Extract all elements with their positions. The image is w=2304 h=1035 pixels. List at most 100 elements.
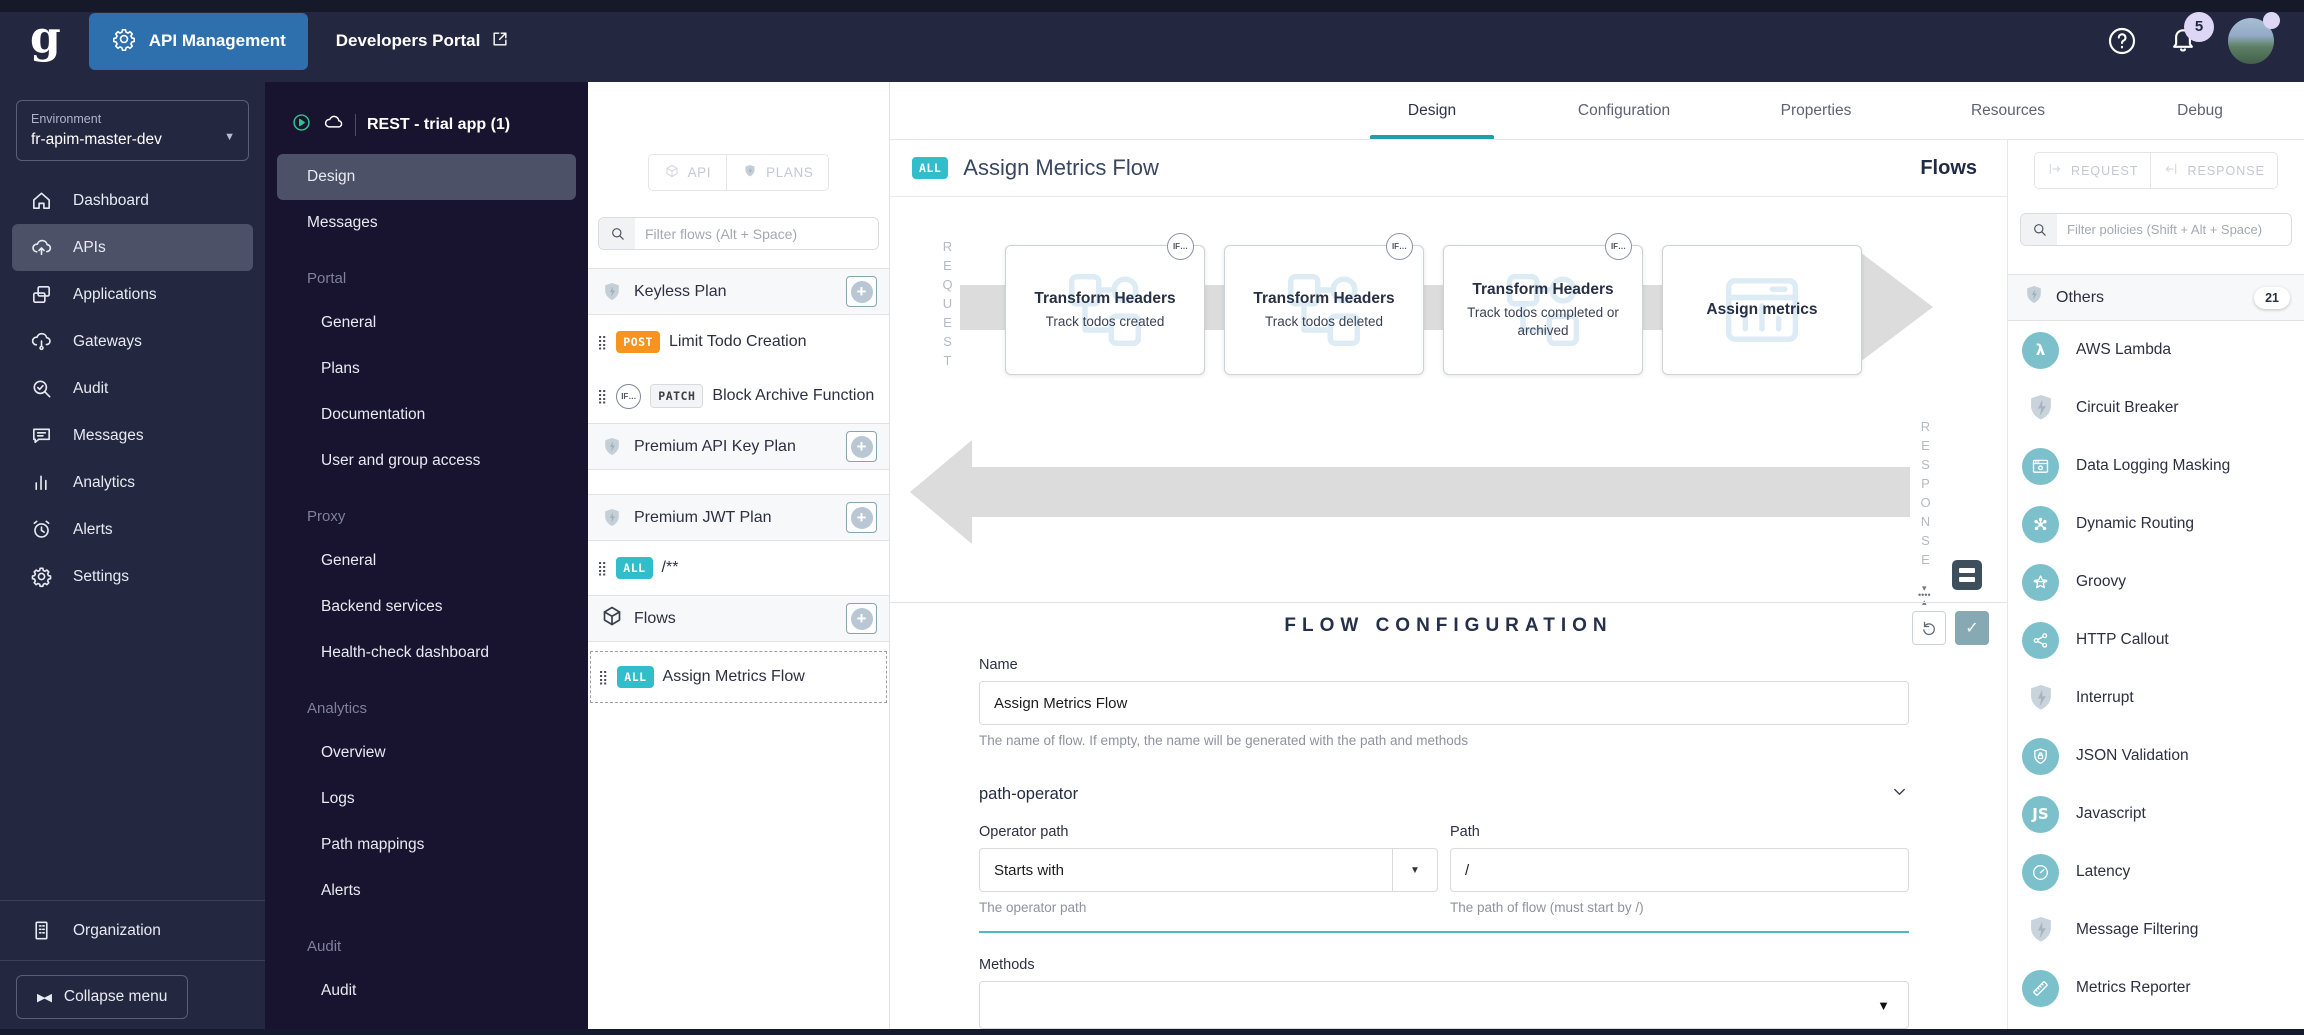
sidebar-item-audit[interactable]: Audit: [12, 365, 253, 412]
api-nav-item-logs[interactable]: Logs: [277, 776, 576, 822]
flow-title: Assign Metrics Flow: [963, 155, 1159, 180]
gauge-icon: [2033, 864, 2048, 880]
policy-metrics-reporter[interactable]: Metrics Reporter: [2008, 959, 2304, 1017]
flow-item-[interactable]: ⣿ ALL /**: [588, 541, 889, 595]
path-operator-expander[interactable]: path-operator: [979, 782, 1909, 806]
collapse-menu-button[interactable]: ▶◀ Collapse menu: [16, 975, 189, 1019]
api-nav-item-audit[interactable]: Audit: [277, 968, 576, 1014]
notifications-button[interactable]: 5: [2168, 11, 2214, 59]
chevron-down-icon: [1890, 782, 1909, 806]
api-nav-item-overview[interactable]: Overview: [277, 730, 576, 776]
policy-groovy[interactable]: Groovy: [2008, 553, 2304, 611]
sidebar-item-dashboard[interactable]: Dashboard: [12, 177, 253, 224]
drag-handle-icon[interactable]: ⣿: [598, 670, 608, 684]
reset-button[interactable]: [1912, 611, 1946, 645]
cube-icon: [664, 163, 680, 182]
flow-step-transform-headers-track-todos-deleted[interactable]: Transform Headers Track todos deleted IF…: [1224, 233, 1424, 375]
flow-item-limit-todo-creation[interactable]: ⣿ POST Limit Todo Creation: [588, 315, 889, 369]
api-nav-item-user-and-group-access[interactable]: User and group access: [277, 438, 576, 484]
flow-step-transform-headers-track-todos-created[interactable]: Transform Headers Track todos created IF…: [1005, 233, 1205, 375]
api-nav-item-path-mappings[interactable]: Path mappings: [277, 822, 576, 868]
search-icon: [599, 218, 635, 249]
sidebar-item-organization[interactable]: Organization: [12, 907, 253, 954]
flow-item-block-archive-function[interactable]: ⣿ IF… PATCH Block Archive Function: [588, 369, 889, 423]
add-flow-button[interactable]: +: [846, 276, 877, 307]
groovy-star-icon: [2033, 574, 2048, 588]
save-button[interactable]: ✓: [1955, 611, 1989, 645]
policy-dynamic-routing[interactable]: Dynamic Routing: [2008, 495, 2304, 553]
tab-debug[interactable]: Debug: [2124, 82, 2276, 139]
sidebar-item-gateways[interactable]: Gateways: [12, 318, 253, 365]
policy-aws-lambda[interactable]: λ AWS Lambda: [2008, 321, 2304, 379]
compact-view-button[interactable]: [1952, 560, 1982, 590]
user-menu[interactable]: [2228, 12, 2280, 64]
api-nav-item-health-check-dashboard[interactable]: Health-check dashboard: [277, 630, 576, 676]
policy-http-callout[interactable]: HTTP Callout: [2008, 611, 2304, 669]
operator-path-select[interactable]: Starts with ▼: [979, 848, 1438, 892]
api-management-button[interactable]: API Management: [88, 12, 308, 70]
policy-latency[interactable]: Latency: [2008, 843, 2304, 901]
api-nav-item-documentation[interactable]: Documentation: [277, 392, 576, 438]
policy-data-logging-masking[interactable]: Data Logging Masking: [2008, 437, 2304, 495]
api-management-label: API Management: [148, 31, 286, 50]
flow-name-input[interactable]: [979, 681, 1909, 725]
flows-filter-input[interactable]: [635, 218, 878, 249]
api-nav-item-alerts[interactable]: Alerts: [277, 868, 576, 914]
tab-properties[interactable]: Properties: [1740, 82, 1892, 139]
policy-javascript[interactable]: JS Javascript: [2008, 785, 2304, 843]
add-flow-button[interactable]: +: [846, 431, 877, 462]
policy-name: Javascript: [2076, 805, 2146, 822]
drag-handle-icon[interactable]: ⣿: [597, 335, 607, 349]
plus-icon: +: [850, 506, 873, 529]
response-toggle-button[interactable]: RESPONSE: [2150, 153, 2277, 188]
methods-select[interactable]: ▼: [979, 981, 1909, 1029]
flow-designer: ALL Assign Metrics Flow Flows REQUEST Tr…: [890, 140, 2007, 1029]
api-nav: Design Messages Portal General Plans Document…: [265, 154, 588, 1014]
drag-handle-icon[interactable]: ⣿: [597, 561, 607, 575]
sidebar-item-messages[interactable]: Messages: [12, 412, 253, 459]
collapse-menu-label: Collapse menu: [63, 988, 168, 1005]
developers-portal-link[interactable]: Developers Portal: [336, 29, 511, 54]
collapse-icon: ▶◀: [37, 991, 52, 1004]
tab-design[interactable]: Design: [1356, 82, 1508, 139]
gravitee-logo[interactable]: g: [30, 16, 61, 60]
sidebar-item-settings[interactable]: Settings: [12, 553, 253, 600]
api-nav-item-backend-services[interactable]: Backend services: [277, 584, 576, 630]
sidebar-item-analytics[interactable]: Analytics: [12, 459, 253, 506]
plans-toggle-button[interactable]: PLANS: [726, 155, 829, 190]
api-nav-item-design[interactable]: Design: [277, 154, 576, 200]
policy-message-filtering[interactable]: Message Filtering: [2008, 901, 2304, 959]
api-nav-section-analytics: Analytics: [307, 699, 368, 717]
tab-configuration[interactable]: Configuration: [1548, 82, 1700, 139]
condition-badge: IF…: [1605, 233, 1632, 260]
step-title: Transform Headers: [1253, 290, 1395, 308]
sidebar-item-apis[interactable]: APIs: [12, 224, 253, 271]
add-flow-button[interactable]: +: [846, 603, 877, 634]
api-nav-item-general[interactable]: General: [277, 300, 576, 346]
api-nav-item-plans[interactable]: Plans: [277, 346, 576, 392]
api-toggle-button[interactable]: API: [648, 155, 727, 190]
sidebar-item-applications[interactable]: Applications: [12, 271, 253, 318]
method-badge: ALL: [616, 557, 653, 579]
shield-plan-icon: [605, 437, 619, 455]
flow-step-transform-headers-track-todos-completed-or-archived[interactable]: Transform Headers Track todos completed o…: [1443, 233, 1643, 375]
api-nav-item-general[interactable]: General: [277, 538, 576, 584]
help-button[interactable]: [2106, 25, 2138, 57]
request-toggle-button[interactable]: REQUEST: [2035, 153, 2151, 188]
policy-interrupt[interactable]: Interrupt: [2008, 669, 2304, 727]
api-nav-item-messages[interactable]: Messages: [277, 200, 576, 246]
path-input[interactable]: [1450, 848, 1909, 892]
environment-value: fr-apim-master-dev: [31, 131, 162, 148]
flow-item-assign-metrics-flow[interactable]: ⣿ ALL Assign Metrics Flow: [589, 650, 888, 704]
policy-json-validation[interactable]: JSON Validation: [2008, 727, 2304, 785]
share-nodes-icon: [2033, 632, 2048, 648]
drag-handle-icon[interactable]: ⣿: [597, 389, 607, 403]
sidebar-item-alerts[interactable]: Alerts: [12, 506, 253, 553]
policies-filter-input[interactable]: [2057, 214, 2291, 245]
tab-resources[interactable]: Resources: [1932, 82, 2084, 139]
policy-circuit-breaker[interactable]: Circuit Breaker: [2008, 379, 2304, 437]
step-title: Transform Headers: [1034, 290, 1176, 308]
flow-step-assign-metrics[interactable]: Assign metrics: [1662, 245, 1862, 375]
environment-select[interactable]: Environment fr-apim-master-dev ▼: [16, 100, 249, 161]
add-flow-button[interactable]: +: [846, 502, 877, 533]
